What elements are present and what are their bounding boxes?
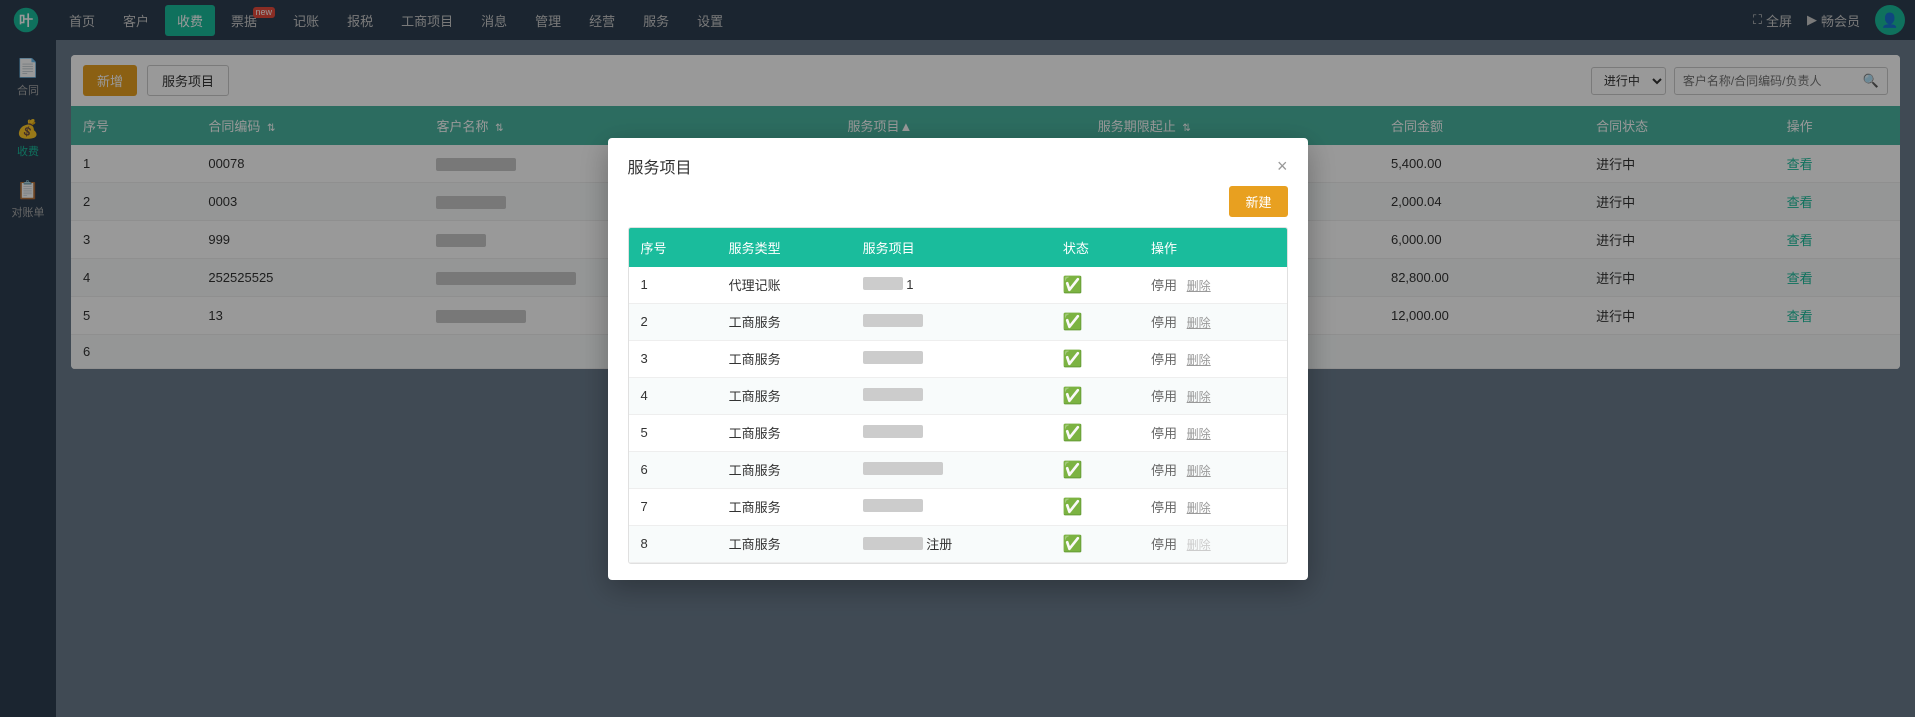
status-check-icon: ✅ [1063, 536, 1083, 553]
modal-cell-type: 工商服务 [717, 377, 851, 414]
modal-cell-action: 停用 删除 [1139, 525, 1286, 562]
delete-button[interactable]: 删除 [1187, 316, 1211, 330]
delete-button[interactable]: 删除 [1187, 464, 1211, 478]
stop-button[interactable]: 停用 [1151, 463, 1177, 478]
modal-cell-item [851, 303, 1051, 340]
modal-cell-type: 工商服务 [717, 451, 851, 488]
modal-cell-action: 停用 删除 [1139, 451, 1286, 488]
modal-cell-action: 停用 删除 [1139, 488, 1286, 525]
modal-cell-status: ✅ [1051, 340, 1139, 377]
modal-cell-type: 工商服务 [717, 525, 851, 562]
modal-cell-seq: 8 [629, 525, 717, 562]
modal-cell-seq: 7 [629, 488, 717, 525]
delete-button[interactable]: 删除 [1187, 279, 1211, 293]
modal-cell-status: ✅ [1051, 451, 1139, 488]
stop-button[interactable]: 停用 [1151, 278, 1177, 293]
status-check-icon: ✅ [1063, 388, 1083, 405]
modal-cell-item: 1 [851, 267, 1051, 304]
modal-cell-status: ✅ [1051, 525, 1139, 562]
stop-button[interactable]: 停用 [1151, 537, 1177, 552]
modal-cell-action: 停用 删除 [1139, 303, 1286, 340]
modal-col-item: 服务项目 [851, 228, 1051, 267]
status-check-icon: ✅ [1063, 462, 1083, 479]
modal-table-wrapper[interactable]: 序号 服务类型 服务项目 状态 操作 1 代理记账 1 ✅ [628, 227, 1288, 564]
delete-button[interactable]: 删除 [1187, 353, 1211, 367]
modal-overlay[interactable]: 服务项目 × 新建 序号 服务类型 服务项目 状态 操作 [0, 0, 1915, 717]
modal-table-row: 4 工商服务 ✅ 停用 删除 [629, 377, 1287, 414]
modal-cell-status: ✅ [1051, 414, 1139, 451]
delete-button[interactable]: 删除 [1187, 538, 1211, 552]
modal-new-button[interactable]: 新建 [1229, 186, 1287, 217]
modal-cell-seq: 4 [629, 377, 717, 414]
modal-cell-item: 注册 [851, 525, 1051, 562]
delete-button[interactable]: 删除 [1187, 427, 1211, 441]
modal-cell-status: ✅ [1051, 377, 1139, 414]
modal-title: 服务项目 [628, 154, 692, 178]
stop-button[interactable]: 停用 [1151, 352, 1177, 367]
modal-cell-type: 代理记账 [717, 267, 851, 304]
modal-cell-seq: 6 [629, 451, 717, 488]
modal-col-seq: 序号 [629, 228, 717, 267]
modal-cell-seq: 5 [629, 414, 717, 451]
modal-cell-item [851, 414, 1051, 451]
stop-button[interactable]: 停用 [1151, 389, 1177, 404]
delete-button[interactable]: 删除 [1187, 390, 1211, 404]
stop-button[interactable]: 停用 [1151, 500, 1177, 515]
modal-cell-action: 停用 删除 [1139, 414, 1286, 451]
service-items-modal: 服务项目 × 新建 序号 服务类型 服务项目 状态 操作 [608, 138, 1308, 580]
modal-toolbar: 新建 [628, 186, 1288, 217]
status-check-icon: ✅ [1063, 314, 1083, 331]
status-check-icon: ✅ [1063, 351, 1083, 368]
modal-table-row: 7 工商服务 ✅ 停用 删除 [629, 488, 1287, 525]
modal-cell-action: 停用 删除 [1139, 377, 1286, 414]
status-check-icon: ✅ [1063, 277, 1083, 294]
service-items-table: 序号 服务类型 服务项目 状态 操作 1 代理记账 1 ✅ [629, 228, 1287, 563]
modal-cell-type: 工商服务 [717, 488, 851, 525]
modal-cell-type: 工商服务 [717, 340, 851, 377]
modal-table-row: 3 工商服务 ✅ 停用 删除 [629, 340, 1287, 377]
modal-col-status: 状态 [1051, 228, 1139, 267]
modal-table-row: 5 工商服务 ✅ 停用 删除 [629, 414, 1287, 451]
modal-close-button[interactable]: × [1277, 157, 1288, 175]
modal-table-row: 1 代理记账 1 ✅ 停用 删除 [629, 267, 1287, 304]
modal-cell-type: 工商服务 [717, 303, 851, 340]
modal-body: 新建 序号 服务类型 服务项目 状态 操作 [608, 186, 1308, 580]
modal-table-row: 8 工商服务 注册 ✅ 停用 删除 [629, 525, 1287, 562]
stop-button[interactable]: 停用 [1151, 315, 1177, 330]
modal-cell-item [851, 451, 1051, 488]
modal-header: 服务项目 × [608, 138, 1308, 186]
modal-cell-item [851, 377, 1051, 414]
delete-button[interactable]: 删除 [1187, 501, 1211, 515]
modal-cell-action: 停用 删除 [1139, 340, 1286, 377]
modal-col-action: 操作 [1139, 228, 1286, 267]
modal-cell-seq: 1 [629, 267, 717, 304]
modal-cell-status: ✅ [1051, 267, 1139, 304]
modal-cell-status: ✅ [1051, 303, 1139, 340]
modal-table-row: 2 工商服务 ✅ 停用 删除 [629, 303, 1287, 340]
modal-cell-action: 停用 删除 [1139, 267, 1286, 304]
modal-cell-seq: 3 [629, 340, 717, 377]
modal-table-row: 6 工商服务 ✅ 停用 删除 [629, 451, 1287, 488]
status-check-icon: ✅ [1063, 425, 1083, 442]
modal-cell-status: ✅ [1051, 488, 1139, 525]
modal-cell-item [851, 488, 1051, 525]
modal-cell-item [851, 340, 1051, 377]
modal-cell-seq: 2 [629, 303, 717, 340]
modal-table-header: 序号 服务类型 服务项目 状态 操作 [629, 228, 1287, 267]
modal-col-type: 服务类型 [717, 228, 851, 267]
status-check-icon: ✅ [1063, 499, 1083, 516]
modal-cell-type: 工商服务 [717, 414, 851, 451]
stop-button[interactable]: 停用 [1151, 426, 1177, 441]
